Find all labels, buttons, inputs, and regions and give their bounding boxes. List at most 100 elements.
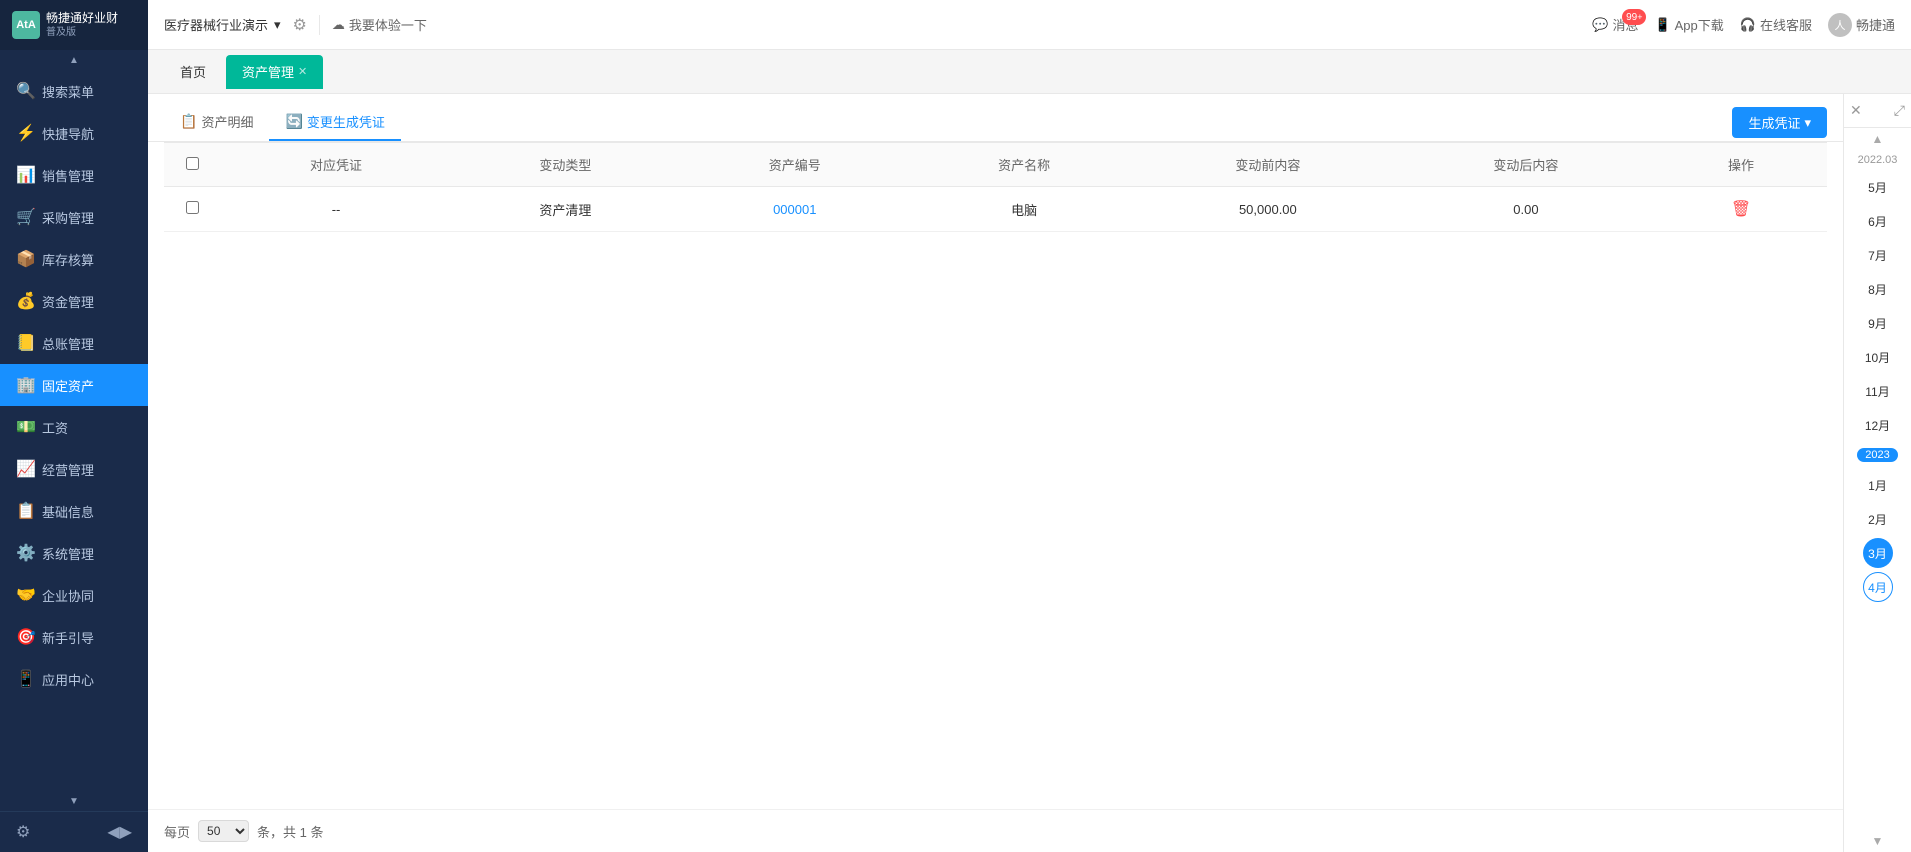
month-item-6月[interactable]: 6月 xyxy=(1863,206,1893,236)
settings-icon[interactable]: ⚙ xyxy=(16,822,30,842)
sidebar-item-4[interactable]: 📦库存核算 xyxy=(0,238,148,280)
online-service-label: 在线客服 xyxy=(1760,15,1812,34)
logo-title: 畅捷通好业财 xyxy=(46,11,118,27)
month-item-9月[interactable]: 9月 xyxy=(1863,308,1893,338)
sidebar-item-6[interactable]: 📒总账管理 xyxy=(0,322,148,364)
month-wrapper: 10月 xyxy=(1844,340,1911,374)
month-item-12月[interactable]: 12月 xyxy=(1863,410,1893,440)
month-item-5月[interactable]: 5月 xyxy=(1863,172,1893,202)
nav-icon-7: 🏢 xyxy=(16,375,34,395)
tab-asset-management[interactable]: 资产管理 ✕ xyxy=(226,55,323,89)
year-label-2022: 2022.03 xyxy=(1858,150,1898,170)
month-item-7月[interactable]: 7月 xyxy=(1863,240,1893,270)
month-wrapper: 9月 xyxy=(1844,306,1911,340)
app-download-button[interactable]: 📱 App下载 xyxy=(1654,15,1723,34)
nav-label-7: 固定资产 xyxy=(42,376,94,395)
nav-icon-12: 🤝 xyxy=(16,585,34,605)
sidebar-item-10[interactable]: 📋基础信息 xyxy=(0,490,148,532)
company-selector[interactable]: 医疗器械行业演示 ▾ xyxy=(164,15,281,34)
sidebar-scroll-up[interactable]: ▲ xyxy=(0,50,148,70)
logo-subtitle: 普及版 xyxy=(46,26,118,39)
sidebar-item-14[interactable]: 📱应用中心 xyxy=(0,658,148,700)
company-name: 医疗器械行业演示 xyxy=(164,15,268,34)
row-voucher-0: -- xyxy=(221,187,450,232)
sidebar-item-3[interactable]: 🛒采购管理 xyxy=(0,196,148,238)
per-page-select[interactable]: 50 10 20 100 xyxy=(198,820,249,842)
online-service-button[interactable]: 🎧 在线客服 xyxy=(1740,15,1812,34)
delete-button-0[interactable]: 🗑 xyxy=(1731,201,1751,218)
user-info[interactable]: 人 畅捷通 xyxy=(1828,13,1895,37)
nav-label-2: 销售管理 xyxy=(42,166,94,185)
generate-voucher-button[interactable]: 生成凭证 ▾ xyxy=(1732,107,1827,138)
sidebar-item-8[interactable]: 💵 工资 xyxy=(0,406,148,448)
table-container: 对应凭证 变动类型 资产编号 资产名称 变动前内容 变动后内容 操作 -- 资产… xyxy=(148,142,1843,809)
sidebar-item-12[interactable]: 🤝企业协同 xyxy=(0,574,148,616)
select-all-checkbox[interactable] xyxy=(186,157,199,170)
nav-label-8: 工资 xyxy=(42,418,68,437)
collapse-icon[interactable]: ◀▶ xyxy=(107,822,132,842)
sidebar-item-1[interactable]: ⚡ 快捷导航 xyxy=(0,112,148,154)
row-checkbox-0[interactable] xyxy=(186,201,199,214)
generate-label: 生成凭证 xyxy=(1748,113,1800,132)
month-wrapper: 4月 xyxy=(1844,570,1911,604)
sub-tab-change-voucher[interactable]: 🔄 变更生成凭证 xyxy=(269,104,400,141)
sidebar-item-0[interactable]: 🔍搜索菜单 xyxy=(0,70,148,112)
table-header-row: 对应凭证 变动类型 资产编号 资产名称 变动前内容 变动后内容 操作 xyxy=(164,143,1827,187)
month-item-2月[interactable]: 2月 xyxy=(1863,504,1893,534)
sidebar-item-9[interactable]: 📈经营管理 xyxy=(0,448,148,490)
header-action: 操作 xyxy=(1655,143,1827,187)
nav-icon-4: 📦 xyxy=(16,249,34,269)
generate-dropdown-icon: ▾ xyxy=(1804,115,1811,131)
row-asset-name-0: 电脑 xyxy=(909,187,1138,232)
tab-home-label: 首页 xyxy=(180,62,206,81)
nav-label-1: 快捷导航 xyxy=(42,124,94,143)
experience-button[interactable]: ☁ 我要体验一下 xyxy=(332,15,427,34)
message-icon: 💬 xyxy=(1592,17,1608,33)
messages-button[interactable]: 💬 消息 99 xyxy=(1592,15,1638,34)
service-icon: 🎧 xyxy=(1740,17,1756,33)
panel-close-icon[interactable]: ✕ xyxy=(1850,102,1862,119)
data-table: 对应凭证 变动类型 资产编号 资产名称 变动前内容 变动后内容 操作 -- 资产… xyxy=(164,142,1827,232)
sidebar-item-11[interactable]: ⚙️系统管理 xyxy=(0,532,148,574)
sub-tabs: 📋 资产明细 🔄 变更生成凭证 生成凭证 ▾ xyxy=(148,94,1843,142)
nav-icon-0: 🔍 xyxy=(16,81,34,101)
month-list: 2022.035月 6月 7月 8月 9月 10月 11月 12月 2023 1月 2月 3月 4月 xyxy=(1844,150,1911,830)
topbar: 医疗器械行业演示 ▾ ⚙ ☁ 我要体验一下 💬 消息 99 📱 App下载 🎧 … xyxy=(148,0,1911,50)
change-voucher-icon: 🔄 xyxy=(285,113,302,130)
settings-gear-icon[interactable]: ⚙ xyxy=(293,15,307,35)
row-before-value-0: 50,000.00 xyxy=(1139,187,1397,232)
month-item-10月[interactable]: 10月 xyxy=(1863,342,1893,372)
tab-home[interactable]: 首页 xyxy=(164,55,222,89)
sub-tab-asset-detail[interactable]: 📋 资产明细 xyxy=(164,104,269,141)
sidebar-scroll-down[interactable]: ▼ xyxy=(0,791,148,811)
sub-tab-change-voucher-label: 变更生成凭证 xyxy=(307,112,385,131)
month-item-4月[interactable]: 4月 xyxy=(1863,572,1893,602)
month-item-3月[interactable]: 3月 xyxy=(1863,538,1893,568)
table-row: -- 资产清理 000001 电脑 50,000.00 0.00 🗑 xyxy=(164,187,1827,232)
panel-scroll-up[interactable]: ▲ xyxy=(1844,128,1911,150)
table-body: -- 资产清理 000001 电脑 50,000.00 0.00 🗑 xyxy=(164,187,1827,232)
topbar-divider xyxy=(319,15,320,35)
year-2023-badge[interactable]: 2023 xyxy=(1857,448,1897,462)
tab-close-icon[interactable]: ✕ xyxy=(298,65,307,78)
row-checkbox-cell-0 xyxy=(164,187,221,232)
header-voucher: 对应凭证 xyxy=(221,143,450,187)
month-item-11月[interactable]: 11月 xyxy=(1863,376,1893,406)
month-item-1月[interactable]: 1月 xyxy=(1863,470,1893,500)
month-wrapper: 3月 xyxy=(1844,536,1911,570)
messages-badge: 99 xyxy=(1622,9,1646,25)
sidebar-item-13[interactable]: 🎯新手引导 xyxy=(0,616,148,658)
month-item-8月[interactable]: 8月 xyxy=(1863,274,1893,304)
year-2023-wrapper: 2023 xyxy=(1844,446,1911,464)
content-area: 📋 资产明细 🔄 变更生成凭证 生成凭证 ▾ xyxy=(148,94,1843,852)
nav-icon-1: ⚡ xyxy=(16,123,34,143)
sidebar-item-5[interactable]: 💰资金管理 xyxy=(0,280,148,322)
row-after-value-0: 0.00 xyxy=(1397,187,1655,232)
nav-icon-8: 💵 xyxy=(16,417,34,437)
header-asset-name: 资产名称 xyxy=(909,143,1138,187)
sidebar-item-2[interactable]: 📊销售管理 xyxy=(0,154,148,196)
month-wrapper: 11月 xyxy=(1844,374,1911,408)
sidebar-item-7[interactable]: 🏢 固定资产 xyxy=(0,364,148,406)
panel-expand-icon[interactable]: ⤢ xyxy=(1894,102,1905,119)
panel-scroll-down[interactable]: ▼ xyxy=(1844,830,1911,852)
